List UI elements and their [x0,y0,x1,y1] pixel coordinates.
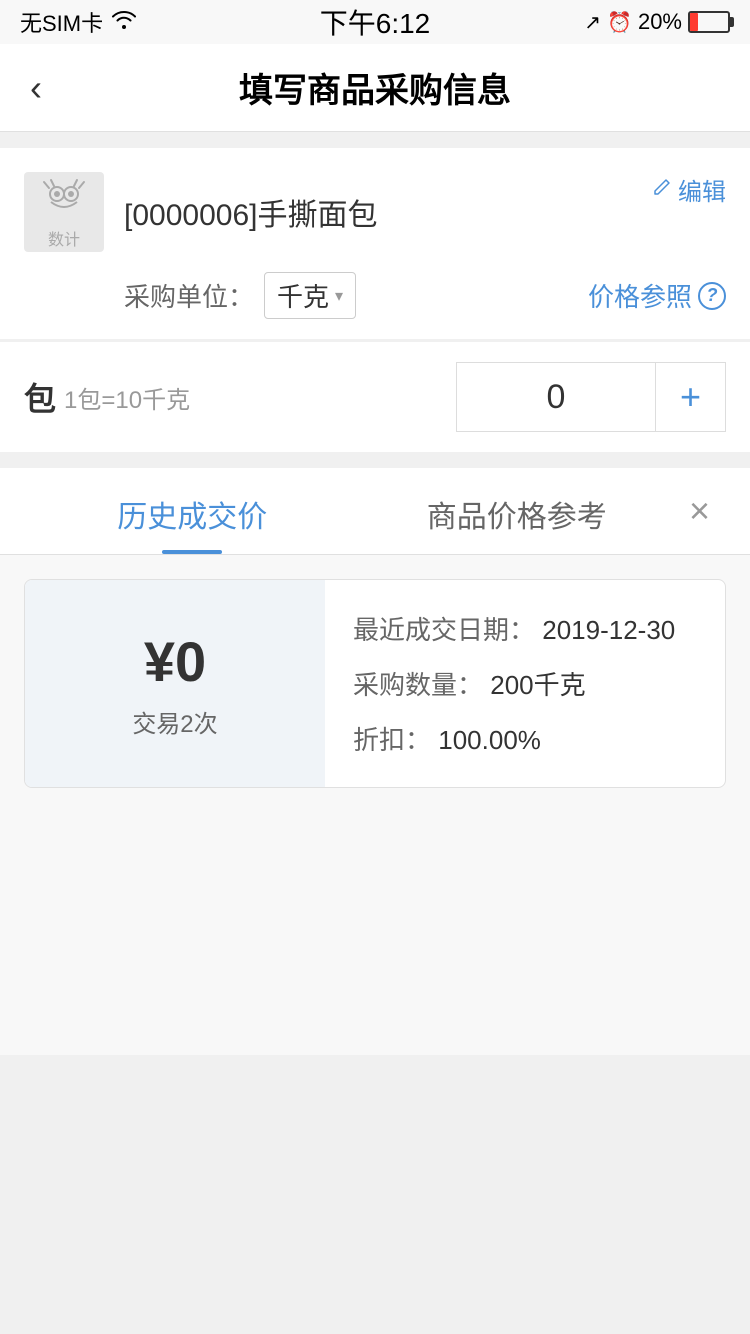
edit-label: 编辑 [678,172,726,207]
tab-product-label: 商品价格参考 [427,501,607,534]
page-title: 填写商品采购信息 [239,63,511,112]
edit-icon [652,175,674,204]
product-card: 数计 [0000006]手撕面包 编辑 采购单位： 千克 ▾ 价格参照 ? [0,148,750,339]
signal-text: 无SIM卡 [20,6,103,38]
recent-date-value: 2019-12-30 [542,615,675,645]
tab-history-price[interactable]: 历史成交价 [30,468,354,554]
product-left: 数计 [0000006]手撕面包 [24,172,377,252]
help-icon: ? [698,282,726,310]
price-reference-button[interactable]: 价格参照 ? [588,277,726,314]
quantity-control: + [456,362,726,432]
status-bar: 无SIM卡 下午6:12 ↗ ⏰ 20% [0,0,750,44]
unit-row: 采购单位： 千克 ▾ 价格参照 ? [24,272,726,319]
tab-active-indicator [162,550,222,554]
quantity-plus-button[interactable]: + [656,362,726,432]
chevron-down-icon: ▾ [335,286,343,306]
battery-icon [688,11,730,33]
price-details: 最近成交日期： 2019-12-30 采购数量： 200千克 折扣： 100.0… [325,580,725,787]
unit-label: 采购单位： [124,277,254,314]
status-time: 下午6:12 [320,2,431,42]
section-divider [0,452,750,468]
status-right: ↗ ⏰ 20% [584,9,730,35]
tabs-container: 历史成交价 商品价格参考 × [0,468,750,555]
product-logo-icon [39,174,89,224]
unit-info: 包 1包=10千克 [24,374,190,420]
alarm-icon: ⏰ [607,10,632,35]
purchase-qty-label: 采购数量： [353,670,483,700]
close-button[interactable]: × [679,483,720,539]
purchase-qty-value: 200千克 [490,670,585,700]
tab-history-label: 历史成交价 [117,501,267,534]
price-summary: ¥0 交易2次 [25,580,325,787]
price-card: ¥0 交易2次 最近成交日期： 2019-12-30 采购数量： 200千克 折… [24,579,726,788]
wifi-icon [111,9,137,35]
location-icon: ↗ [584,10,601,35]
tab-product-price[interactable]: 商品价格参考 [354,468,678,554]
thumb-label: 数计 [48,226,80,250]
price-ref-label: 价格参照 [588,277,692,314]
unit-value: 千克 [277,277,329,314]
battery-percent: 20% [638,9,682,35]
product-thumbnail: 数计 [24,172,104,252]
tabs-row: 历史成交价 商品价格参考 × [0,468,750,554]
product-name: [0000006]手撕面包 [124,190,377,234]
recent-date-label: 最近成交日期： [353,615,535,645]
discount-value: 100.00% [438,725,541,755]
price-card-area: ¥0 交易2次 最近成交日期： 2019-12-30 采购数量： 200千克 折… [0,555,750,1055]
purchase-qty-row: 采购数量： 200千克 [353,665,697,702]
nav-bar: ‹ 填写商品采购信息 [0,44,750,132]
unit-name: 包 [24,374,56,420]
discount-label: 折扣： [353,725,431,755]
unit-equation: 1包=10千克 [64,380,190,415]
product-header: 数计 [0000006]手撕面包 编辑 [24,172,726,252]
status-left: 无SIM卡 [20,6,137,38]
discount-row: 折扣： 100.00% [353,720,697,757]
edit-button[interactable]: 编辑 [652,172,726,207]
recent-date-row: 最近成交日期： 2019-12-30 [353,610,697,647]
back-button[interactable]: ‹ [20,57,52,119]
quantity-row: 包 1包=10千克 + [0,341,750,452]
unit-select[interactable]: 千克 ▾ [264,272,356,319]
price-amount: ¥0 [144,629,206,694]
quantity-input[interactable] [456,362,656,432]
trade-count: 交易2次 [132,704,217,739]
